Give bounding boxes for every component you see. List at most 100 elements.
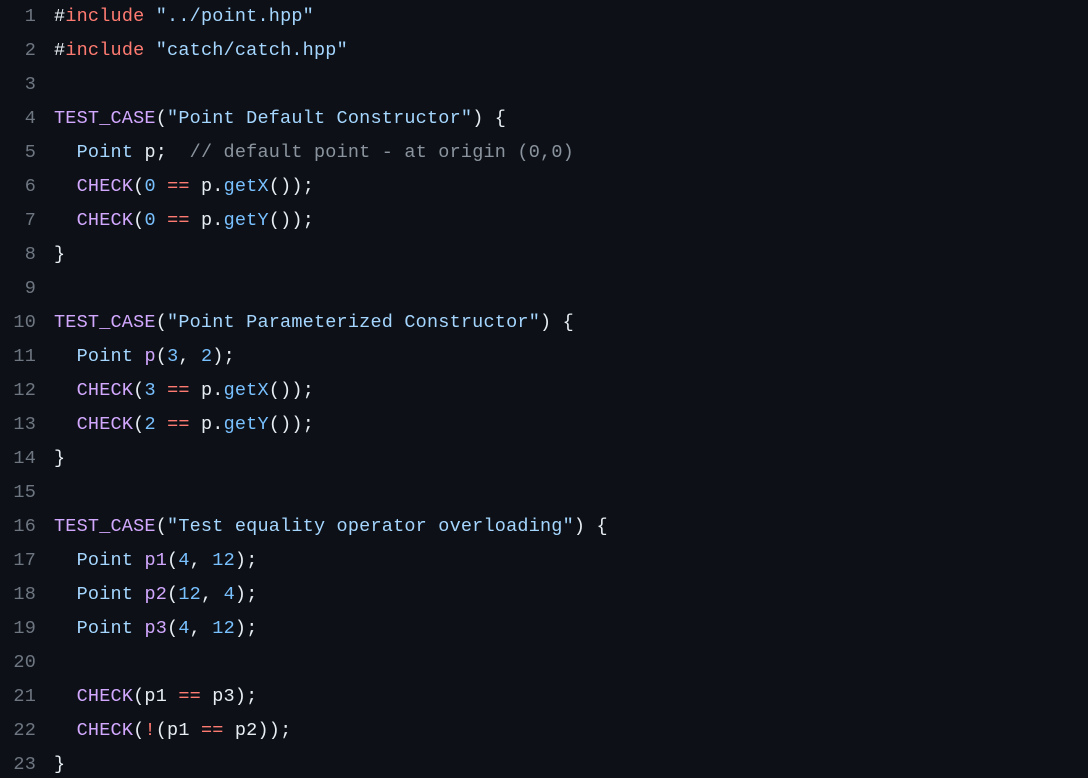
line-number: 7	[0, 204, 36, 238]
code-line[interactable]: Point p2(12, 4);	[54, 578, 608, 612]
token-punct	[54, 142, 77, 163]
token-func: p1	[144, 550, 167, 571]
line-number: 20	[0, 646, 36, 680]
code-editor[interactable]: 1234567891011121314151617181920212223 #i…	[0, 0, 1088, 778]
code-line[interactable]: CHECK(3 == p.getX());	[54, 374, 608, 408]
token-punct: );	[235, 584, 258, 605]
token-punct: ,	[201, 584, 224, 605]
token-punct: ) {	[540, 312, 574, 333]
line-number: 23	[0, 748, 36, 778]
token-type: Point	[77, 550, 134, 571]
code-line[interactable]	[54, 272, 608, 306]
code-line[interactable]: CHECK(0 == p.getY());	[54, 204, 608, 238]
code-line[interactable]: Point p3(4, 12);	[54, 612, 608, 646]
token-punct: #	[54, 40, 65, 61]
code-line[interactable]: CHECK(!(p1 == p2));	[54, 714, 608, 748]
line-number: 15	[0, 476, 36, 510]
token-comment: // default point - at origin (0,0)	[190, 142, 574, 163]
token-num: 4	[178, 618, 189, 639]
token-punct	[133, 584, 144, 605]
token-punct: ;	[156, 142, 190, 163]
code-line[interactable]: #include "../point.hpp"	[54, 0, 608, 34]
token-method: getY	[224, 414, 269, 435]
token-punct: (	[156, 516, 167, 537]
code-line[interactable]: Point p; // default point - at origin (0…	[54, 136, 608, 170]
token-func: TEST_CASE	[54, 516, 156, 537]
line-number: 6	[0, 170, 36, 204]
code-line[interactable]: TEST_CASE("Point Default Constructor") {	[54, 102, 608, 136]
token-punct: #	[54, 6, 65, 27]
token-num: 12	[212, 618, 235, 639]
code-area[interactable]: #include "../point.hpp"#include "catch/c…	[40, 0, 608, 778]
code-line[interactable]: TEST_CASE("Test equality operator overlo…	[54, 510, 608, 544]
code-line[interactable]: TEST_CASE("Point Parameterized Construct…	[54, 306, 608, 340]
token-string: "Point Parameterized Constructor"	[167, 312, 540, 333]
token-punct	[156, 210, 167, 231]
token-punct	[54, 210, 77, 231]
token-func: CHECK	[77, 686, 134, 707]
token-punct: p.	[190, 176, 224, 197]
token-func: CHECK	[77, 176, 134, 197]
token-kw: ==	[167, 380, 190, 401]
token-punct: ) {	[472, 108, 506, 129]
token-punct: );	[212, 346, 235, 367]
token-punct: (	[167, 618, 178, 639]
code-line[interactable]: CHECK(0 == p.getX());	[54, 170, 608, 204]
line-number: 17	[0, 544, 36, 578]
token-punct: ());	[269, 414, 314, 435]
line-number: 21	[0, 680, 36, 714]
token-kw: ==	[167, 414, 190, 435]
line-number: 13	[0, 408, 36, 442]
line-number: 12	[0, 374, 36, 408]
token-punct: (	[133, 380, 144, 401]
token-punct: }	[54, 244, 65, 265]
code-line[interactable]: CHECK(p1 == p3);	[54, 680, 608, 714]
line-number: 1	[0, 0, 36, 34]
token-punct: }	[54, 448, 65, 469]
code-line[interactable]: CHECK(2 == p.getY());	[54, 408, 608, 442]
code-line[interactable]	[54, 68, 608, 102]
code-line[interactable]: }	[54, 748, 608, 778]
token-method: getY	[224, 210, 269, 231]
code-line[interactable]: Point p1(4, 12);	[54, 544, 608, 578]
token-punct	[54, 176, 77, 197]
token-func: CHECK	[77, 414, 134, 435]
token-num: 0	[144, 176, 155, 197]
code-line[interactable]: Point p(3, 2);	[54, 340, 608, 374]
code-line[interactable]: }	[54, 442, 608, 476]
line-number: 10	[0, 306, 36, 340]
token-string: "catch/catch.hpp"	[156, 40, 348, 61]
token-punct: );	[235, 618, 258, 639]
token-num: 2	[201, 346, 212, 367]
token-punct: ,	[190, 618, 213, 639]
code-line[interactable]	[54, 476, 608, 510]
line-number: 5	[0, 136, 36, 170]
token-punct	[54, 550, 77, 571]
token-punct	[133, 618, 144, 639]
token-kw: ==	[201, 720, 224, 741]
token-punct	[54, 584, 77, 605]
code-line[interactable]: }	[54, 238, 608, 272]
token-punct: ());	[269, 176, 314, 197]
token-punct	[133, 550, 144, 571]
token-type: Point	[77, 346, 134, 367]
line-number: 3	[0, 68, 36, 102]
token-punct: ());	[269, 380, 314, 401]
token-punct: ) {	[574, 516, 608, 537]
token-func: CHECK	[77, 210, 134, 231]
token-type: Point	[77, 584, 134, 605]
token-kw: ==	[167, 176, 190, 197]
code-line[interactable]: #include "catch/catch.hpp"	[54, 34, 608, 68]
line-number: 16	[0, 510, 36, 544]
token-punct: (	[133, 210, 144, 231]
token-directive: include	[65, 40, 144, 61]
token-func: p2	[144, 584, 167, 605]
token-punct	[54, 686, 77, 707]
token-punct: ,	[178, 346, 201, 367]
line-number: 14	[0, 442, 36, 476]
token-punct: p2));	[224, 720, 292, 741]
line-number: 4	[0, 102, 36, 136]
code-line[interactable]	[54, 646, 608, 680]
token-punct: p.	[190, 380, 224, 401]
line-number: 2	[0, 34, 36, 68]
